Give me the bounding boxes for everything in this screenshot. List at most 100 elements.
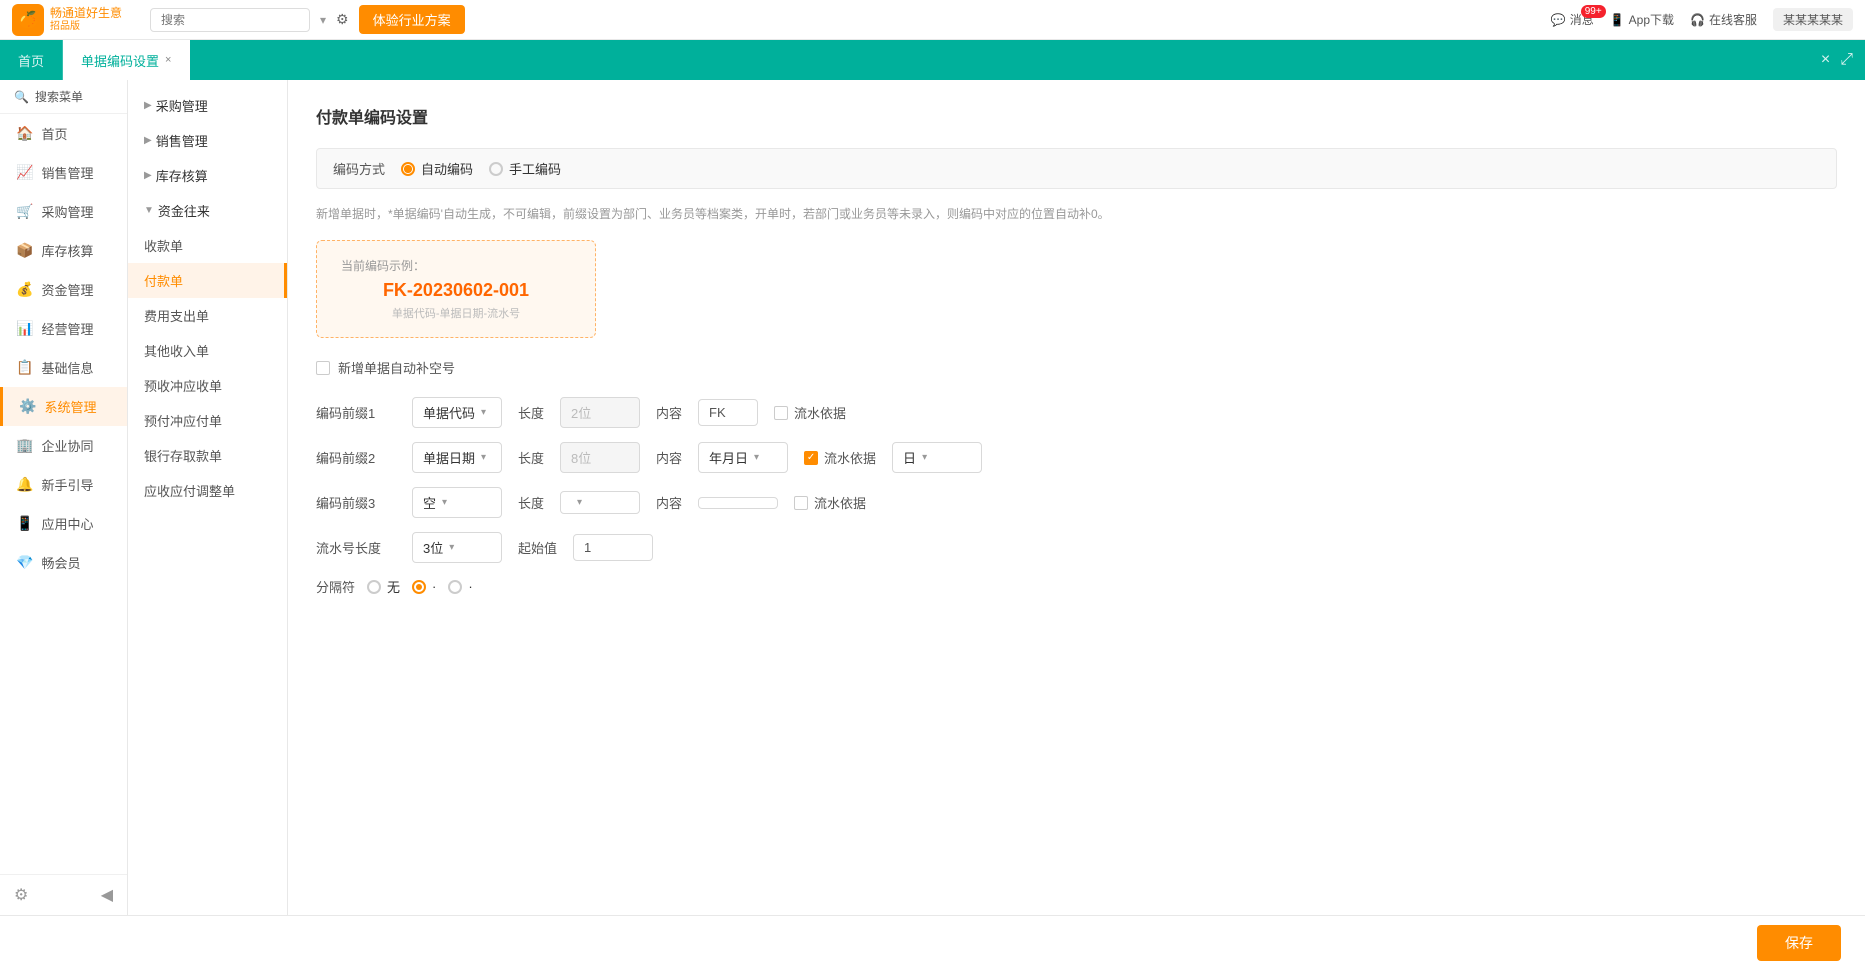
info-text: 新增单据时，*单据编码'自动生成，不可编辑，前缀设置为部门、业务员等档案类，开单… [316,205,1837,224]
sep-none-radio[interactable]: 无 [367,577,400,596]
sub-item-adjustment[interactable]: 应收应付调整单 [128,473,287,508]
sidebar-item-purchase[interactable]: 🛒 采购管理 [0,192,127,231]
sep-dot-radio[interactable]: · [412,579,436,594]
prefix3-row: 编码前缀3 空 ▾ 长度 ▾ 内容 流水依据 [316,487,1837,518]
sub-item-pre-receivable[interactable]: 预收冲应收单 [128,368,287,403]
sidebar-item-enterprise[interactable]: 🏢 企业协同 [0,426,127,465]
sidebar-item-guide[interactable]: 🔔 新手引导 [0,465,127,504]
content3-label: 内容 [656,493,682,512]
sales-icon: 📈 [16,164,33,181]
arrow-icon: ▶ [144,170,152,181]
save-bar: 保存 [0,915,1865,969]
sub-item-pre-payable[interactable]: 预付冲应付单 [128,403,287,438]
logo: 🍊 畅通道好生意 招品版 [12,4,140,36]
arrow-icon: ▶ [144,100,152,111]
content-area: 付款单编码设置 编码方式 自动编码 手工编码 新增单据时，*单据编码'自动生成，… [288,80,1865,915]
sidebar-item-operations[interactable]: 📊 经营管理 [0,309,127,348]
auto-fill-checkbox[interactable] [316,361,330,375]
topbar: 🍊 畅通道好生意 招品版 ▾ ⚙ 体验行业方案 💬 消息 99+ 📱 App下载… [0,0,1865,40]
content1-input[interactable]: FK [698,399,758,426]
length3-select[interactable]: ▾ [560,491,640,514]
close-window-icon[interactable]: × [1821,51,1830,69]
sidebar-item-base[interactable]: 📋 基础信息 [0,348,127,387]
sub-group-inventory[interactable]: ▶ 库存核算 [128,158,287,193]
prefix2-select[interactable]: 单据日期 ▾ [412,442,502,473]
sub-item-other-income[interactable]: 其他收入单 [128,333,287,368]
start-value-label: 起始值 [518,538,557,557]
sub-group-capital[interactable]: ▼ 资金往来 [128,193,287,228]
sidebar-item-system[interactable]: ⚙️ 系统管理 [0,387,127,426]
tab-settings[interactable]: 单据编码设置 × [63,40,190,80]
auto-encode-radio-circle [401,162,415,176]
user-menu[interactable]: 某某某某某 [1773,8,1853,31]
length1-label: 长度 [518,403,544,422]
encode-radio-group: 自动编码 手工编码 [401,159,561,178]
content3-input[interactable] [698,497,778,509]
auto-encode-radio[interactable]: 自动编码 [401,159,473,178]
sidebar-item-finance[interactable]: 💰 资金管理 [0,270,127,309]
prefix1-row: 编码前缀1 单据代码 ▾ 长度 2位 内容 FK 流水依据 [316,397,1837,428]
content-inner: 付款单编码设置 编码方式 自动编码 手工编码 新增单据时，*单据编码'自动生成，… [288,80,1865,915]
stream2-checkbox[interactable]: ✓ 流水依据 [804,448,876,467]
content2-select[interactable]: 年月日 ▾ [698,442,788,473]
message-icon: 💬 [1551,13,1566,27]
tab-home[interactable]: 首页 [0,40,63,80]
dropdown-arrow-icon[interactable]: ▾ [320,13,326,27]
sub-group-purchase[interactable]: ▶ 采购管理 [128,88,287,123]
arrow-down-icon: ▼ [144,205,154,216]
save-button[interactable]: 保存 [1757,925,1841,961]
sub-group-sales[interactable]: ▶ 销售管理 [128,123,287,158]
app-icon: 📱 [1610,13,1625,27]
prefix1-arrow-icon: ▾ [481,407,486,418]
code-preview-value: FK-20230602-001 [341,280,571,301]
manual-encode-radio-circle [489,162,503,176]
sidebar-item-home[interactable]: 🏠 首页 [0,114,127,153]
serial-length-arrow-icon: ▾ [449,542,454,553]
gear-icon[interactable]: ⚙ [336,11,349,28]
length3-label: 长度 [518,493,544,512]
inventory-icon: 📦 [16,242,33,259]
sidebar-item-member[interactable]: 💎 畅会员 [0,543,127,582]
stream1-cb-icon [774,406,788,420]
maximize-icon[interactable]: ⤢ [1840,51,1853,69]
collapse-icon[interactable]: ◀ [101,885,113,905]
serial-row: 流水号长度 3位 ▾ 起始值 1 [316,532,1837,563]
serial-length-select[interactable]: 3位 ▾ [412,532,502,563]
code-preview: 当前编码示例： FK-20230602-001 单据代码-单据日期-流水号 [316,240,596,338]
app-download-button[interactable]: 📱 App下载 [1610,11,1674,28]
sub-sidebar: ▶ 采购管理 ▶ 销售管理 ▶ 库存核算 ▼ 资金往来 收款单 付款单 费用支出… [128,80,288,915]
sub-item-bank[interactable]: 银行存取款单 [128,438,287,473]
sidebar-item-sales[interactable]: 📈 销售管理 [0,153,127,192]
sidebar-item-apps[interactable]: 📱 应用中心 [0,504,127,543]
tab-close-icon[interactable]: × [165,54,171,66]
main-layout: 🔍 搜索菜单 🏠 首页 📈 销售管理 🛒 采购管理 📦 库存核算 💰 资金管理 … [0,80,1865,915]
sep-dash-radio[interactable]: · [448,579,472,594]
trial-button[interactable]: 体验行业方案 [359,5,465,34]
sub-item-payment[interactable]: 付款单 [128,263,287,298]
message-button[interactable]: 💬 消息 99+ [1551,11,1594,28]
sidebar-search[interactable]: 🔍 搜索菜单 [0,80,127,114]
sidebar-item-inventory[interactable]: 📦 库存核算 [0,231,127,270]
stream1-checkbox[interactable]: 流水依据 [774,403,846,422]
prefix2-arrow-icon: ▾ [481,452,486,463]
auto-fill-row: 新增单据自动补空号 [316,358,1837,377]
search-input[interactable] [150,8,310,32]
search-icon: 🔍 [14,90,29,104]
sep-none-circle [367,580,381,594]
prefix1-select[interactable]: 单据代码 ▾ [412,397,502,428]
message-badge: 99+ [1581,5,1606,18]
start-value-input[interactable]: 1 [573,534,653,561]
stream3-checkbox[interactable]: 流水依据 [794,493,866,512]
stream3-cb-icon [794,496,808,510]
date-unit-select[interactable]: 日 ▾ [892,442,982,473]
page-title: 付款单编码设置 [316,104,1837,128]
settings-bottom-icon[interactable]: ⚙ [14,885,28,905]
encode-method-row: 编码方式 自动编码 手工编码 [316,148,1837,189]
prefix3-select[interactable]: 空 ▾ [412,487,502,518]
manual-encode-radio[interactable]: 手工编码 [489,159,561,178]
sub-item-receipt[interactable]: 收款单 [128,228,287,263]
sub-item-expense[interactable]: 费用支出单 [128,298,287,333]
purchase-icon: 🛒 [16,203,33,220]
sidebar: 🔍 搜索菜单 🏠 首页 📈 销售管理 🛒 采购管理 📦 库存核算 💰 资金管理 … [0,80,128,915]
online-service-button[interactable]: 🎧 在线客服 [1690,11,1757,28]
